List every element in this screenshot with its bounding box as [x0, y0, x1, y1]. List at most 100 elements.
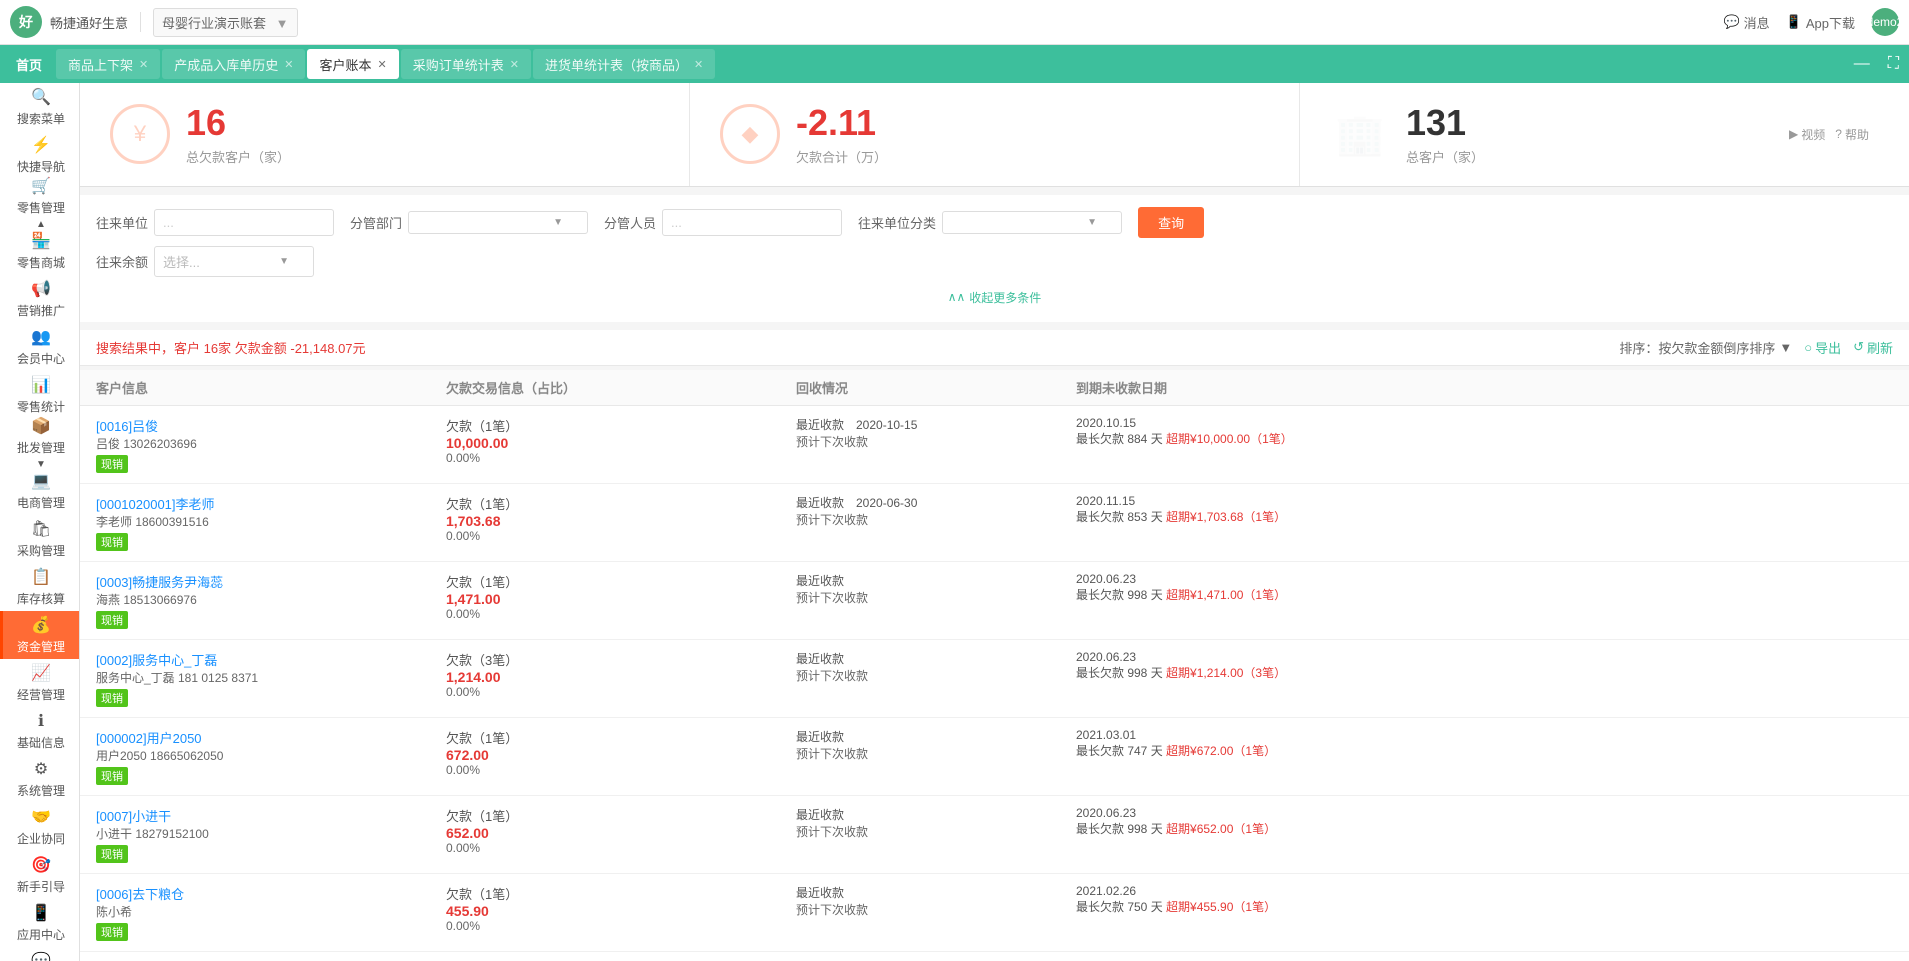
customer-info-cell: [0003]畅捷服务尹海蕊 海燕 18513066976 现销: [96, 572, 446, 629]
total-customer-count: 131: [1406, 103, 1763, 143]
user-avatar-button[interactable]: demo2: [1871, 8, 1899, 36]
overdue-days: 最长欠款 750 天 超期¥455.90（1笔）: [1076, 898, 1893, 915]
overdue-days: 最长欠款 884 天 超期¥10,000.00（1笔）: [1076, 430, 1893, 447]
customer-name-link[interactable]: [0006]去下粮仓: [96, 887, 184, 902]
due-date: 2021.03.01: [1076, 728, 1893, 742]
overdue-link[interactable]: 超期¥455.90（1笔）: [1166, 900, 1276, 914]
debt-count: 欠款（1笔）: [446, 494, 796, 513]
overdue-days: 最长欠款 747 天 超期¥672.00（1笔）: [1076, 742, 1893, 759]
overdue-link[interactable]: 超期¥10,000.00（1笔）: [1166, 432, 1293, 446]
sidebar-item-system[interactable]: ⚙ 系统管理: [0, 755, 79, 803]
tab-purchase-order[interactable]: 采购订单统计表 ✕: [401, 49, 531, 79]
next-collect-label: 预计下次收款: [796, 667, 1076, 684]
gear-icon: ⚙: [34, 759, 48, 779]
app-download-button[interactable]: 📱 App下载: [1786, 13, 1855, 32]
top-right: 💬 消息 📱 App下载 demo2: [1723, 8, 1899, 36]
close-icon[interactable]: ✕: [510, 58, 519, 71]
sidebar-item-wechat[interactable]: 💬 企业微信: [0, 947, 79, 961]
overdue-link[interactable]: 超期¥1,703.68（1笔）: [1166, 510, 1286, 524]
customer-name-link[interactable]: [0007]小进干: [96, 809, 171, 824]
store-name-selector[interactable]: 母婴行业演示账套 ▼: [153, 8, 298, 37]
close-icon[interactable]: ✕: [139, 58, 148, 71]
sidebar-item-enterprise-coop[interactable]: 🤝 企业协同: [0, 803, 79, 851]
customer-info-cell: [000002]用户2050 用户2050 18665062050 现销: [96, 728, 446, 785]
sidebar-item-marketing[interactable]: 📢 营销推广: [0, 275, 79, 323]
tab-minimize-button[interactable]: —: [1848, 53, 1876, 75]
table-header: 客户信息 欠款交易信息（占比） 回收情况 到期未收款日期: [80, 370, 1909, 406]
filter-unit-input[interactable]: ...: [154, 209, 334, 236]
table-row: [0003]畅捷服务尹海蕊 海燕 18513066976 现销 欠款（1笔） 1…: [80, 562, 1909, 640]
store-icon: 🏪: [31, 231, 51, 251]
customer-name-link[interactable]: [000002]用户2050: [96, 731, 202, 746]
bag-icon: 🛍: [31, 519, 51, 539]
next-collect-label: 预计下次收款: [796, 589, 1076, 606]
customer-name-link[interactable]: [0001020001]李老师: [96, 497, 215, 512]
overdue-days: 最长欠款 998 天 超期¥652.00（1笔）: [1076, 820, 1893, 837]
customer-tag: 现销: [96, 767, 128, 785]
video-button[interactable]: ▶ 视频: [1789, 126, 1825, 143]
sidebar-item-basic-info[interactable]: ℹ 基础信息: [0, 707, 79, 755]
tab-home[interactable]: 首页: [4, 49, 54, 79]
debt-info-cell: 欠款（1笔） 10,000.00 0.00%: [446, 416, 796, 465]
collect-info-cell: 最近收款 预计下次收款: [796, 650, 1076, 684]
customer-name-link[interactable]: [0003]畅捷服务尹海蕊: [96, 575, 223, 590]
sort-label: 排序：按欠款金额倒序排序: [1619, 338, 1775, 357]
table-row: [0016]吕俊 吕俊 13026203696 现销 欠款（1笔） 10,000…: [80, 406, 1909, 484]
sidebar-item-inventory[interactable]: 📋 库存核算: [0, 563, 79, 611]
customer-table: 客户信息 欠款交易信息（占比） 回收情况 到期未收款日期 [0016]吕俊 吕俊…: [80, 370, 1909, 961]
building-icon: 🏢: [1330, 104, 1390, 164]
sidebar-item-finance[interactable]: 💰 资金管理: [0, 611, 79, 659]
overdue-link[interactable]: 超期¥1,471.00（1笔）: [1166, 588, 1286, 602]
phone-icon: 📱: [31, 903, 51, 923]
message-button[interactable]: 💬 消息: [1723, 13, 1769, 32]
refresh-button[interactable]: ↺ 刷新: [1853, 338, 1893, 357]
filter-balance-select[interactable]: 选择... ▼: [154, 246, 314, 277]
debt-ratio: 0.00%: [446, 919, 796, 933]
customer-name-link[interactable]: [0016]吕俊: [96, 419, 158, 434]
collect-info-cell: 最近收款 2020-06-30 预计下次收款: [796, 494, 1076, 528]
collect-info-cell: 最近收款 预计下次收款: [796, 806, 1076, 840]
filter-unit-cat-select[interactable]: ▼: [942, 211, 1122, 234]
sidebar-item-quick-nav[interactable]: ⚡ 快捷导航: [0, 131, 79, 179]
sidebar-item-search-menu[interactable]: 🔍 搜索菜单: [0, 83, 79, 131]
overdue-link[interactable]: 超期¥652.00（1笔）: [1166, 822, 1276, 836]
col-header-debt: 欠款交易信息（占比）: [446, 378, 796, 397]
filter-person-input[interactable]: ...: [662, 209, 842, 236]
sidebar-item-ecommerce[interactable]: 💻 电商管理: [0, 467, 79, 515]
debt-info-cell: 欠款（1笔） 672.00 0.00%: [446, 728, 796, 777]
customer-name-link[interactable]: [0002]服务中心_丁磊: [96, 653, 217, 668]
tab-purchase-stats[interactable]: 进货单统计表（按商品） ✕: [533, 49, 715, 79]
sidebar-item-ops[interactable]: 📈 经营管理: [0, 659, 79, 707]
close-icon[interactable]: ✕: [284, 58, 293, 71]
tab-product-in[interactable]: 产成品入库单历史 ✕: [162, 49, 305, 79]
filter-balance: 往来余额 选择... ▼: [96, 246, 314, 277]
export-button[interactable]: ○ 导出: [1804, 338, 1841, 357]
latest-collect-label: 最近收款: [796, 806, 1076, 823]
overdue-link[interactable]: 超期¥1,214.00（3笔）: [1166, 666, 1286, 680]
sidebar-item-retail-mall[interactable]: 🏪 零售商城: [0, 227, 79, 275]
help-button[interactable]: ? 帮助: [1835, 126, 1869, 143]
customer-info-cell: [0001020001]李老师 李老师 18600391516 现销: [96, 494, 446, 551]
sidebar-item-retail-stats[interactable]: 📊 零售统计: [0, 371, 79, 419]
sort-selector[interactable]: 排序：按欠款金额倒序排序 ▼: [1619, 338, 1792, 357]
sidebar-item-purchase[interactable]: 🛍 采购管理: [0, 515, 79, 563]
export-icon: ○: [1804, 340, 1812, 355]
chart-icon: 📊: [31, 375, 51, 395]
help-icon: ?: [1835, 127, 1842, 141]
sidebar-item-member[interactable]: 👥 会员中心: [0, 323, 79, 371]
sidebar-item-batch-mgmt[interactable]: 📦 批发管理 ▼: [0, 419, 79, 467]
collapse-button[interactable]: ∧∧ 收起更多条件: [948, 289, 1042, 306]
search-button[interactable]: 查询: [1138, 207, 1204, 238]
sidebar-item-retail-mgmt[interactable]: 🛒 零售管理 ▲: [0, 179, 79, 227]
tab-product-shelf[interactable]: 商品上下架 ✕: [56, 49, 160, 79]
close-icon[interactable]: ✕: [694, 58, 703, 71]
close-icon[interactable]: ✕: [378, 58, 387, 71]
overdue-link[interactable]: 超期¥672.00（1笔）: [1166, 744, 1276, 758]
sidebar-item-app-center[interactable]: 📱 应用中心: [0, 899, 79, 947]
tab-expand-button[interactable]: ⛶: [1882, 53, 1905, 75]
filter-dept-select[interactable]: ▼: [408, 211, 588, 234]
debt-amount: 672.00: [446, 747, 796, 763]
sidebar-item-guide[interactable]: 🎯 新手引导: [0, 851, 79, 899]
tab-customer-account[interactable]: 客户账本 ✕: [307, 49, 398, 79]
debt-ratio: 0.00%: [446, 529, 796, 543]
